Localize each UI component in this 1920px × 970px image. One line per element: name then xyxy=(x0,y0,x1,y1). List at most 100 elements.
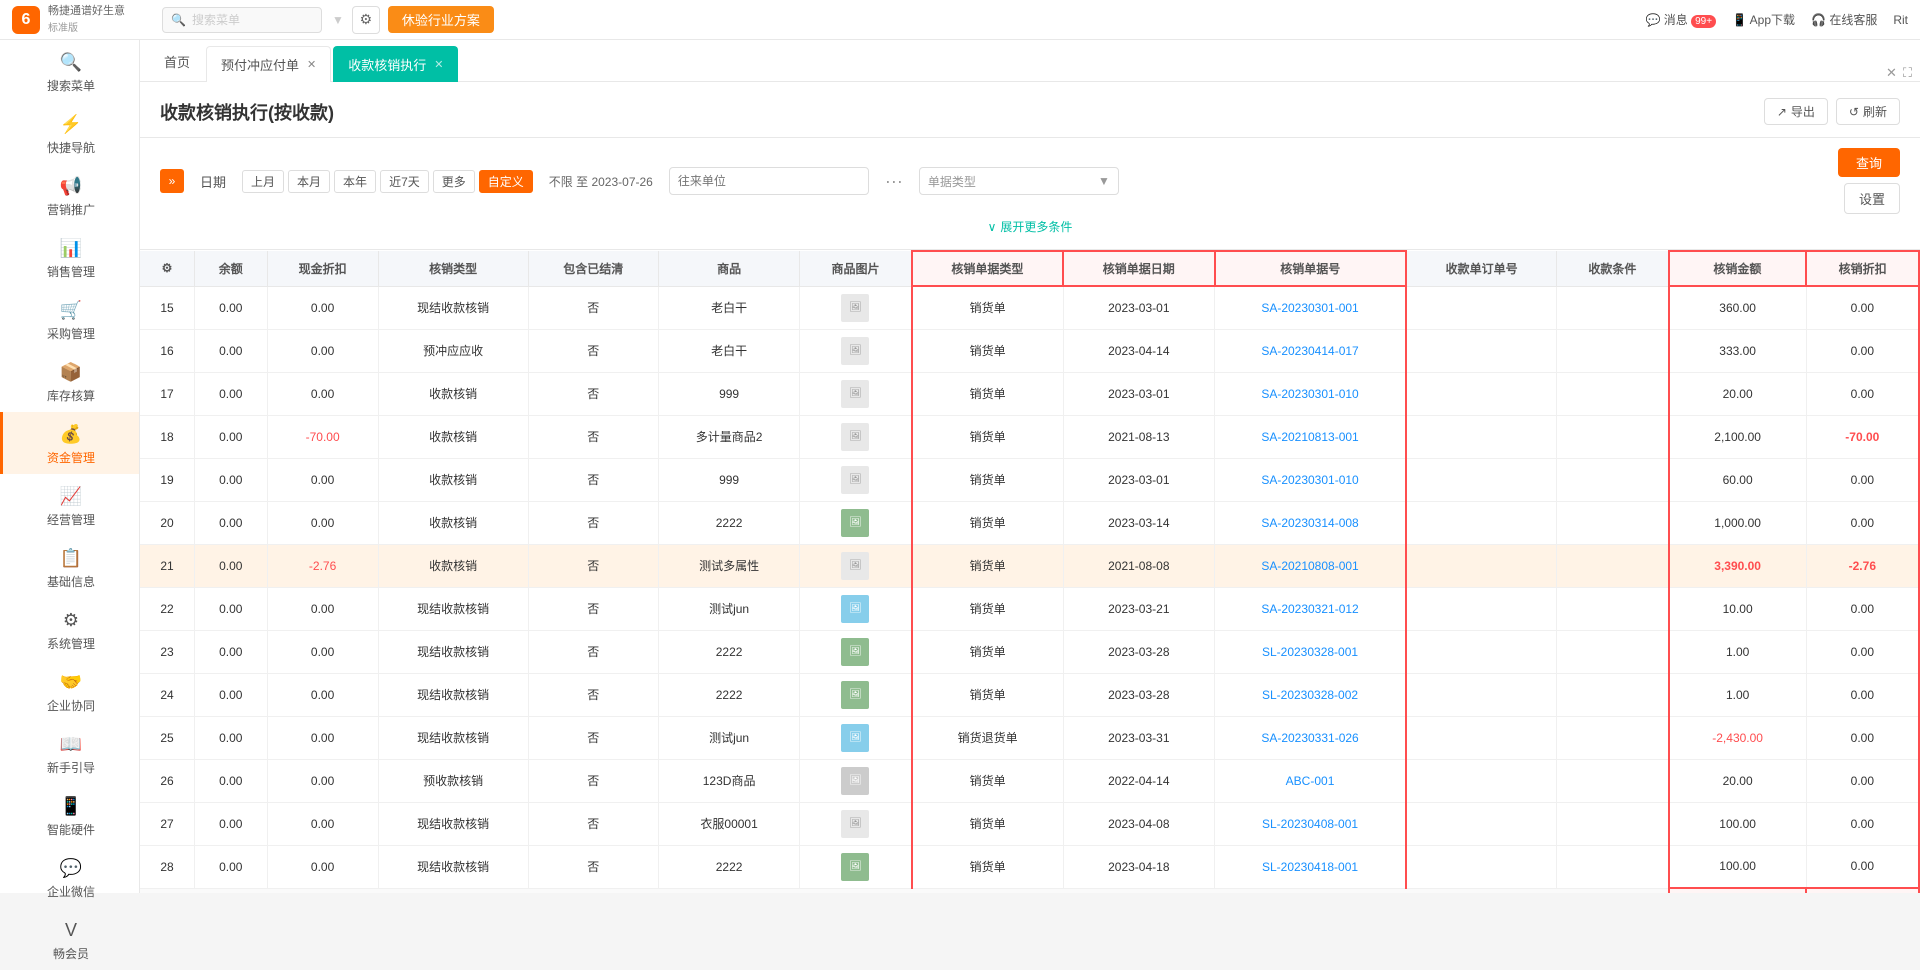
bill-number-link[interactable]: SA-20230301-010 xyxy=(1261,473,1358,487)
sidebar-item-finance[interactable]: 💰 资金管理 xyxy=(0,412,139,474)
balance-cell: 0.00 xyxy=(195,415,268,458)
product-image-cell: 🖼 xyxy=(800,544,912,587)
bill-number-link[interactable]: SA-20230414-017 xyxy=(1261,344,1358,358)
date-btn-this-year[interactable]: 本年 xyxy=(334,170,376,193)
tab-prepay[interactable]: 预付冲应付单 ✕ xyxy=(206,46,331,82)
row-id: 18 xyxy=(140,415,195,458)
verify-bill-no-cell: SA-20210808-001 xyxy=(1215,544,1407,587)
guide-icon: 📖 xyxy=(60,734,82,755)
verify-bill-type-cell: 销货单 xyxy=(912,286,1063,329)
query-button[interactable]: 查询 xyxy=(1838,148,1900,177)
row-id: 28 xyxy=(140,845,195,888)
setting-button[interactable]: 设置 xyxy=(1844,183,1900,214)
receipt-condition-cell xyxy=(1557,845,1669,888)
verify-type-cell: 收款核销 xyxy=(378,544,528,587)
verify-type-cell: 现结收款核销 xyxy=(378,802,528,845)
export-button[interactable]: ↗ 导出 xyxy=(1764,98,1828,125)
bill-number-link[interactable]: SL-20230418-001 xyxy=(1262,860,1358,874)
verify-amount-cell: 1.00 xyxy=(1669,630,1807,673)
tab-home[interactable]: 首页 xyxy=(148,44,206,81)
app-download-btn[interactable]: 📱 App下载 xyxy=(1732,11,1795,28)
solution-button[interactable]: 休验行业方案 xyxy=(388,6,494,33)
sidebar-item-system[interactable]: ⚙ 系统管理 xyxy=(0,598,139,660)
expand-more-btn[interactable]: ∨ 展开更多条件 xyxy=(160,214,1900,239)
verify-type-cell: 预收款核销 xyxy=(378,759,528,802)
verify-bill-date-cell: 2021-08-13 xyxy=(1063,415,1214,458)
tab-prepay-close[interactable]: ✕ xyxy=(307,58,316,71)
bill-number-link[interactable]: SA-20210813-001 xyxy=(1261,430,1358,444)
sidebar-item-member[interactable]: V 畅会员 xyxy=(0,908,139,970)
bill-number-link[interactable]: ABC-001 xyxy=(1286,774,1335,788)
sidebar-item-wechat[interactable]: 💬 企业微信 xyxy=(0,846,139,908)
company-dropdown[interactable]: ▼ xyxy=(332,13,344,27)
cash-discount-cell: -70.00 xyxy=(267,415,378,458)
bill-number-link[interactable]: SA-20230331-026 xyxy=(1261,731,1358,745)
footer-empty xyxy=(140,888,1669,893)
sidebar-item-collab[interactable]: 🤝 企业协同 xyxy=(0,660,139,722)
verify-type-cell: 收款核销 xyxy=(378,372,528,415)
tab-close-all[interactable]: ✕ xyxy=(1886,65,1897,81)
cash-discount-cell: 0.00 xyxy=(267,802,378,845)
table-row: 150.000.00现结收款核销否老白干🖼销货单2023-03-01SA-202… xyxy=(140,286,1919,329)
bill-number-link[interactable]: SL-20230328-001 xyxy=(1262,645,1358,659)
tab-verify-close[interactable]: ✕ xyxy=(434,58,443,71)
date-btn-last-month[interactable]: 上月 xyxy=(242,170,284,193)
refresh-button[interactable]: ↺ 刷新 xyxy=(1836,98,1900,125)
product-thumbnail: 🖼 xyxy=(841,638,869,666)
verify-discount-cell: 0.00 xyxy=(1806,458,1919,501)
sidebar-label-search: 搜索菜单 xyxy=(47,77,95,94)
verify-amount-cell: 20.00 xyxy=(1669,759,1807,802)
bill-number-link[interactable]: SL-20230328-002 xyxy=(1262,688,1358,702)
date-btn-7days[interactable]: 近7天 xyxy=(380,170,429,193)
date-btn-custom[interactable]: 自定义 xyxy=(479,170,533,193)
table-row: 180.00-70.00收款核销否多计量商品2🖼销货单2021-08-13SA-… xyxy=(140,415,1919,458)
bill-number-link[interactable]: SA-20230321-012 xyxy=(1261,602,1358,616)
filter-expand-btn[interactable]: » xyxy=(160,169,184,193)
product-cell: 测试jun xyxy=(658,716,799,759)
receipt-condition-cell xyxy=(1557,587,1669,630)
partner-input[interactable] xyxy=(669,167,869,195)
sidebar-item-marketing[interactable]: 📢 营销推广 xyxy=(0,164,139,226)
receipt-condition-cell xyxy=(1557,501,1669,544)
bill-number-link[interactable]: SA-20230314-008 xyxy=(1261,516,1358,530)
product-image-cell: 🖼 xyxy=(800,329,912,372)
bill-number-link[interactable]: SA-20230301-010 xyxy=(1261,387,1358,401)
date-btn-more[interactable]: 更多 xyxy=(433,170,475,193)
bill-number-link[interactable]: SA-20230301-001 xyxy=(1261,301,1358,315)
tab-fullscreen[interactable]: ⛶ xyxy=(1903,65,1912,81)
sidebar-item-basic[interactable]: 📋 基础信息 xyxy=(0,536,139,598)
sidebar-item-quick-nav[interactable]: ⚡ 快捷导航 xyxy=(0,102,139,164)
row-id: 25 xyxy=(140,716,195,759)
cash-discount-cell: 0.00 xyxy=(267,845,378,888)
sidebar-item-guide[interactable]: 📖 新手引导 xyxy=(0,722,139,784)
table-row: 190.000.00收款核销否999🖼销货单2023-03-01SA-20230… xyxy=(140,458,1919,501)
sidebar-item-purchase[interactable]: 🛒 采购管理 xyxy=(0,288,139,350)
bill-number-link[interactable]: SA-20210808-001 xyxy=(1261,559,1358,573)
row-id: 26 xyxy=(140,759,195,802)
verify-bill-type-cell: 销货单 xyxy=(912,587,1063,630)
sidebar-label-inventory: 库存核算 xyxy=(47,387,95,404)
sidebar-item-inventory[interactable]: 📦 库存核算 xyxy=(0,350,139,412)
online-service-btn[interactable]: 🎧 在线客服 xyxy=(1811,11,1877,28)
verify-bill-type-cell: 销货单 xyxy=(912,501,1063,544)
verify-bill-date-cell: 2023-03-01 xyxy=(1063,286,1214,329)
sidebar-item-operation[interactable]: 📈 经营管理 xyxy=(0,474,139,536)
receipt-order-no-cell xyxy=(1406,716,1557,759)
tab-verify[interactable]: 收款核销执行 ✕ xyxy=(333,46,458,82)
table-row: 200.000.00收款核销否2222🖼销货单2023-03-14SA-2023… xyxy=(140,501,1919,544)
operation-icon: 📈 xyxy=(60,486,82,507)
sidebar-item-search[interactable]: 🔍 搜索菜单 xyxy=(0,40,139,102)
date-btn-this-month[interactable]: 本月 xyxy=(288,170,330,193)
user-name[interactable]: Rit xyxy=(1893,13,1908,27)
message-btn[interactable]: 💬 消息 99+ xyxy=(1645,11,1716,28)
sidebar-item-sales[interactable]: 📊 销售管理 xyxy=(0,226,139,288)
tab-bar-right: ✕ ⛶ xyxy=(1886,65,1912,81)
page-header-actions: ↗ 导出 ↺ 刷新 xyxy=(1764,98,1900,125)
verify-bill-type-cell: 销货单 xyxy=(912,630,1063,673)
row-id: 15 xyxy=(140,286,195,329)
footer-verify-discount: 952.24 xyxy=(1806,888,1919,893)
bill-number-link[interactable]: SL-20230408-001 xyxy=(1262,817,1358,831)
sidebar-item-hardware[interactable]: 📱 智能硬件 xyxy=(0,784,139,846)
bill-type-select[interactable]: 单据类型 ▼ xyxy=(919,167,1119,195)
settings-gear-btn[interactable]: ⚙ xyxy=(352,6,380,34)
